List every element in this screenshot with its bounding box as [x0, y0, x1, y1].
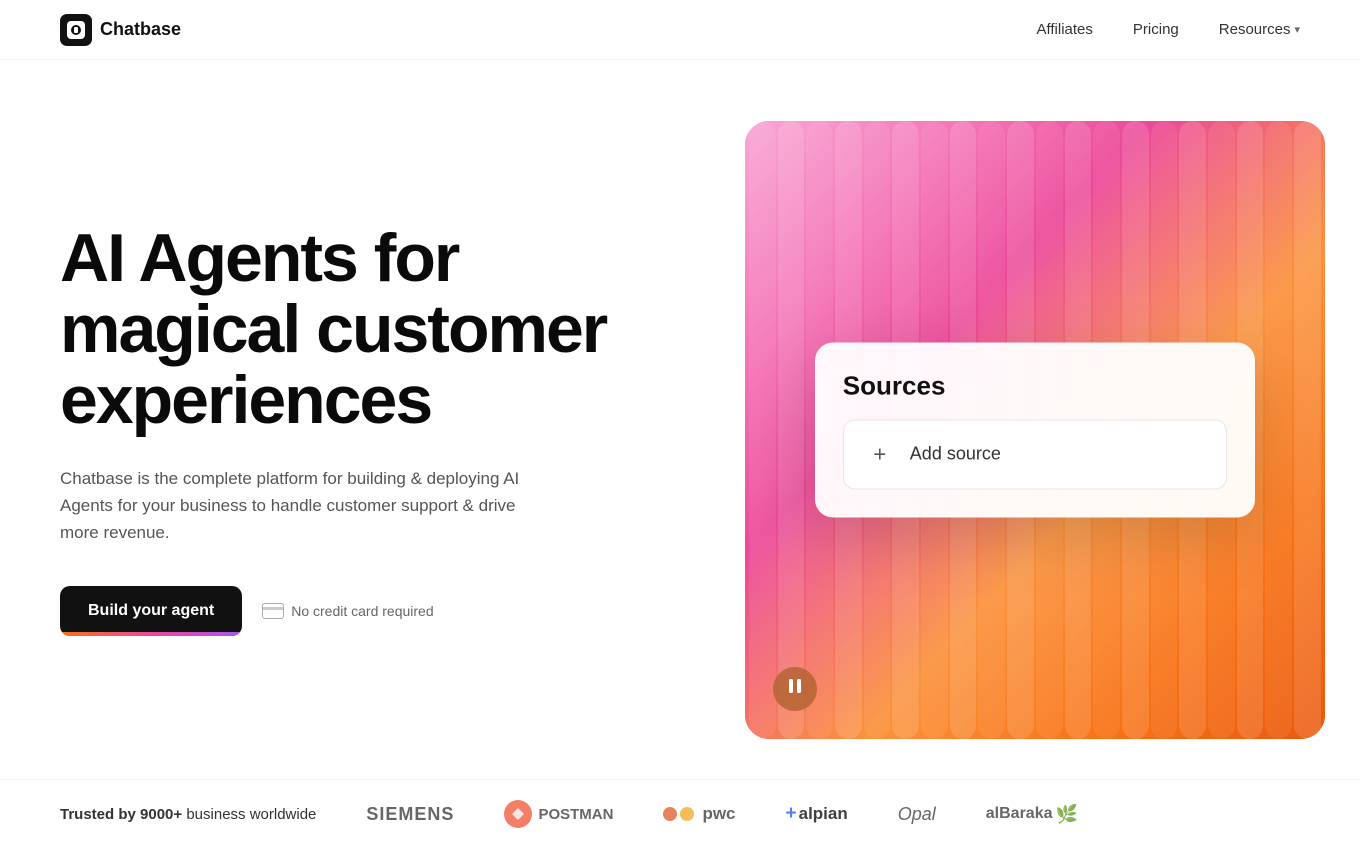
sources-card: Sources + Add source — [815, 342, 1255, 517]
trusted-section: Trusted by 9000+ business worldwide SIEM… — [0, 779, 1360, 868]
pause-button[interactable] — [773, 667, 817, 711]
pwc-dot-orange — [680, 807, 694, 821]
stripe — [778, 121, 805, 739]
hero-section: AI Agents for magical customer experienc… — [0, 60, 1360, 779]
pause-icon — [788, 678, 802, 699]
add-source-button[interactable]: + Add source — [843, 419, 1227, 489]
alpian-label: alpian — [799, 804, 848, 824]
no-credit-notice: No credit card required — [262, 603, 433, 619]
albaraka-leaf: 🌿 — [1055, 804, 1077, 825]
logo-link[interactable]: Chatbase — [60, 14, 181, 46]
chevron-down-icon: ▾ — [1294, 23, 1300, 36]
hero-left: AI Agents for magical customer experienc… — [60, 223, 705, 637]
logo-text: Chatbase — [100, 19, 181, 40]
headline-line2: magical customer — [60, 291, 606, 367]
hero-right: Sources + Add source — [745, 121, 1325, 739]
hero-visual: Sources + Add source — [745, 121, 1325, 739]
nav-pricing[interactable]: Pricing — [1133, 21, 1179, 38]
hero-headline: AI Agents for magical customer experienc… — [60, 223, 705, 437]
siemens-logo: SIEMENS — [366, 804, 454, 825]
postman-icon — [504, 800, 532, 828]
opal-logo: Opal — [898, 804, 936, 825]
pwc-logo: pwc — [663, 804, 735, 824]
stripe — [1265, 121, 1292, 739]
navbar: Chatbase Affiliates Pricing Resources ▾ — [0, 0, 1360, 60]
nav-resources[interactable]: Resources ▾ — [1219, 21, 1300, 38]
plus-icon: + — [864, 438, 896, 470]
no-credit-text: No credit card required — [291, 603, 433, 619]
nav-links: Affiliates Pricing Resources ▾ — [1036, 21, 1300, 38]
hero-description: Chatbase is the complete platform for bu… — [60, 465, 540, 547]
albaraka-label: alBaraka — [986, 805, 1053, 823]
postman-label: POSTMAN — [538, 806, 613, 823]
hero-actions: Build your agent No credit card required — [60, 586, 705, 636]
alpian-logo: + alpian — [786, 803, 848, 825]
albaraka-logo: alBaraka 🌿 — [986, 804, 1078, 825]
stripe — [749, 121, 776, 739]
alpian-plus: + — [786, 803, 797, 825]
logo-icon — [60, 14, 92, 46]
resources-label: Resources — [1219, 21, 1291, 38]
trusted-label: Trusted by 9000+ business worldwide — [60, 806, 316, 823]
pwc-dots — [663, 807, 694, 821]
headline-line3: experiences — [60, 362, 431, 438]
add-source-label: Add source — [910, 444, 1001, 465]
pwc-label: pwc — [702, 804, 735, 824]
stripe — [1294, 121, 1321, 739]
postman-logo: POSTMAN — [504, 800, 613, 828]
build-agent-button[interactable]: Build your agent — [60, 586, 242, 636]
headline-line1: AI Agents for — [60, 220, 458, 296]
credit-card-icon — [262, 603, 284, 619]
sources-card-title: Sources — [843, 370, 1227, 401]
pwc-dot-red — [663, 807, 677, 821]
nav-affiliates[interactable]: Affiliates — [1036, 21, 1092, 38]
trusted-logos: SIEMENS POSTMAN pwc + alpian Opal — [366, 800, 1078, 828]
